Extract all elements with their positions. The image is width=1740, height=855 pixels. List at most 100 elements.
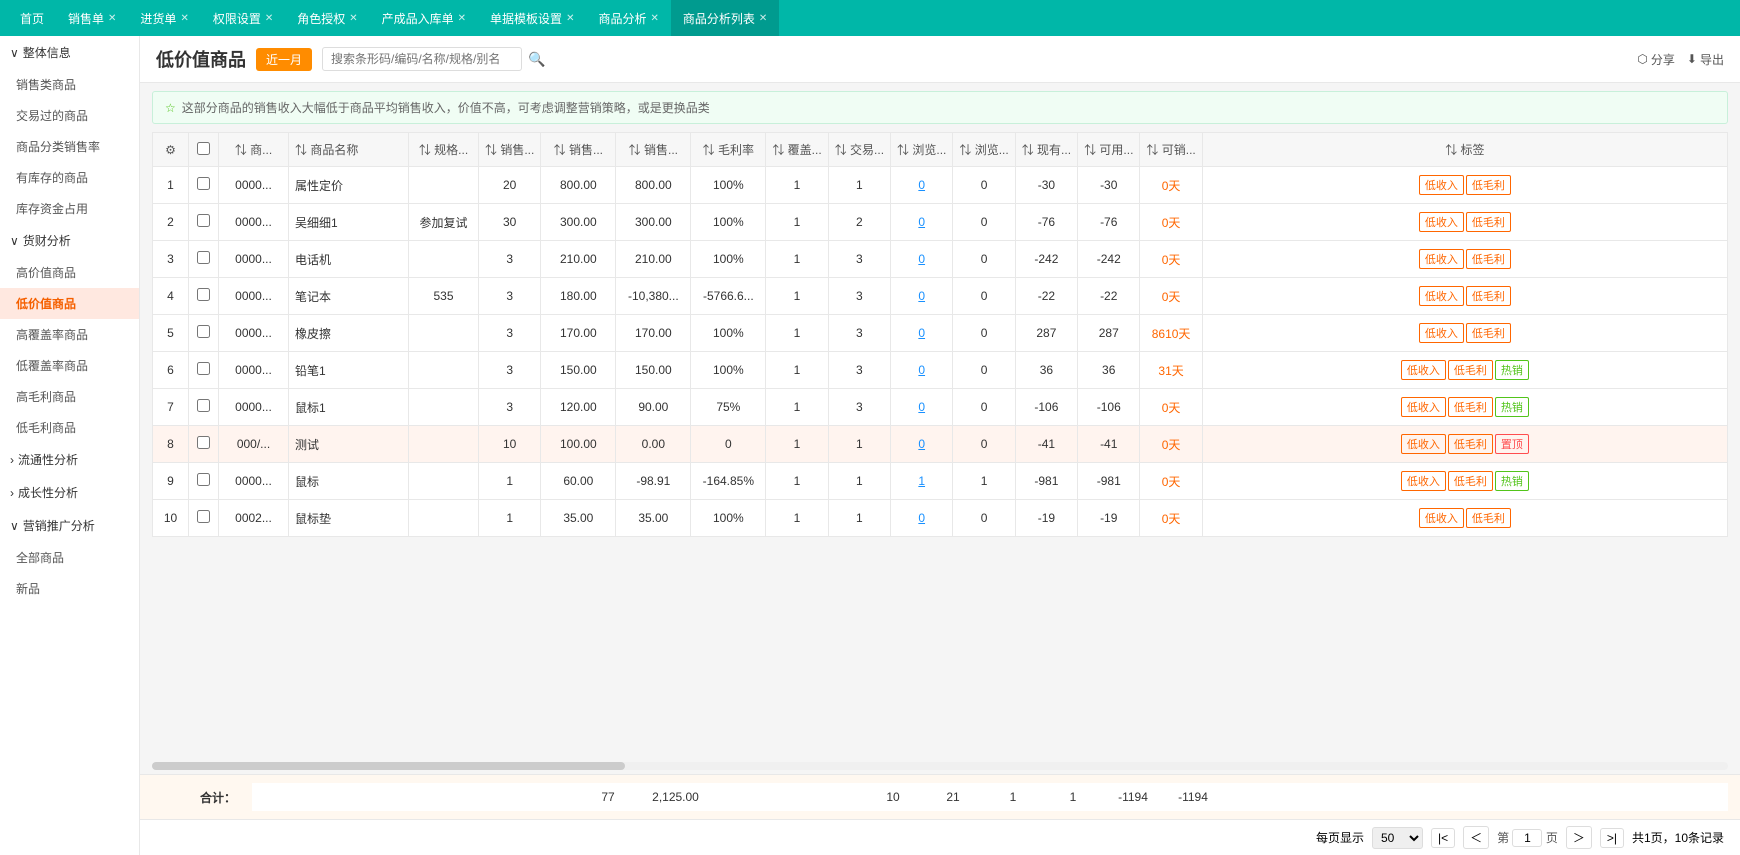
sidebar-group-financial[interactable]: ∨ 货财分析 xyxy=(0,224,139,257)
first-page-btn[interactable]: |< xyxy=(1431,828,1455,848)
row-checkbox[interactable] xyxy=(197,214,210,227)
row-check[interactable] xyxy=(189,278,219,315)
sidebar-item-low-coverage[interactable]: 低覆盖率商品 xyxy=(0,350,139,381)
sidebar-item-stocked[interactable]: 有库存的商品 xyxy=(0,162,139,193)
page-size-select[interactable]: 50 20 100 xyxy=(1372,827,1423,849)
prev-page-btn[interactable]: ＜ xyxy=(1463,826,1489,849)
sidebar-item-traded[interactable]: 交易过的商品 xyxy=(0,100,139,131)
sidebar-item-low-margin[interactable]: 低毛利商品 xyxy=(0,412,139,443)
nav-goods-analysis[interactable]: 商品分析 ✕ xyxy=(586,0,670,36)
top-nav: 首页 销售单 ✕ 进货单 ✕ 权限设置 ✕ 角色授权 ✕ 产成品入库单 ✕ 单据… xyxy=(0,0,1740,36)
row-check[interactable] xyxy=(189,352,219,389)
th-check[interactable] xyxy=(189,133,219,167)
page-header: 低价值商品 近一月 🔍 ⬡ 分享 ⬇ 导出 xyxy=(140,36,1740,83)
row-view2: 0 xyxy=(953,426,1015,463)
view-link[interactable]: 0 xyxy=(918,511,925,525)
nav-sales-close[interactable]: ✕ xyxy=(108,13,116,24)
row-view1[interactable]: 0 xyxy=(891,389,953,426)
view-link[interactable]: 1 xyxy=(918,474,925,488)
row-view1[interactable]: 0 xyxy=(891,500,953,537)
page-number-input[interactable] xyxy=(1512,829,1542,847)
nav-purchase-close[interactable]: ✕ xyxy=(180,13,188,24)
row-view1[interactable]: 0 xyxy=(891,315,953,352)
search-input[interactable] xyxy=(322,47,522,71)
sidebar-item-sales-goods[interactable]: 销售类商品 xyxy=(0,69,139,100)
sidebar-item-high-value[interactable]: 高价值商品 xyxy=(0,257,139,288)
nav-sales[interactable]: 销售单 ✕ xyxy=(56,0,128,36)
row-tags: 低收入低毛利 xyxy=(1202,315,1727,352)
nav-goods-close[interactable]: ✕ xyxy=(650,13,658,24)
table-container[interactable]: ⚙ ⇅ 商... ⇅ 商品名称 ⇅ 规格... ⇅ 销售... ⇅ 销售... … xyxy=(140,132,1740,762)
sidebar-item-new-goods[interactable]: 新品 xyxy=(0,573,139,604)
select-all-checkbox[interactable] xyxy=(197,142,210,155)
sidebar-group-circulation[interactable]: › 流通性分析 xyxy=(0,443,139,476)
nav-inbound[interactable]: 产成品入库单 ✕ xyxy=(370,0,478,36)
row-view1[interactable]: 0 xyxy=(891,167,953,204)
sidebar-item-all-goods[interactable]: 全部商品 xyxy=(0,542,139,573)
next-page-btn[interactable]: ＞ xyxy=(1566,826,1592,849)
row-checkbox[interactable] xyxy=(197,325,210,338)
th-setting[interactable]: ⚙ xyxy=(153,133,189,167)
export-button[interactable]: ⬇ 导出 xyxy=(1687,51,1724,68)
row-check[interactable] xyxy=(189,500,219,537)
row-check[interactable] xyxy=(189,315,219,352)
nav-role[interactable]: 角色授权 ✕ xyxy=(285,0,369,36)
view-link[interactable]: 0 xyxy=(918,400,925,414)
view-link[interactable]: 0 xyxy=(918,326,925,340)
scroll-thumb[interactable] xyxy=(152,762,625,770)
row-view1[interactable]: 0 xyxy=(891,204,953,241)
nav-template[interactable]: 单据模板设置 ✕ xyxy=(478,0,586,36)
row-checkbox[interactable] xyxy=(197,251,210,264)
sidebar-item-low-value[interactable]: 低价值商品 xyxy=(0,288,139,319)
sidebar-item-high-coverage[interactable]: 高覆盖率商品 xyxy=(0,319,139,350)
row-checkbox[interactable] xyxy=(197,362,210,375)
view-link[interactable]: 0 xyxy=(918,363,925,377)
row-checkbox[interactable] xyxy=(197,510,210,523)
nav-goods-list-close[interactable]: ✕ xyxy=(759,13,767,24)
nav-role-close[interactable]: ✕ xyxy=(349,13,357,24)
sidebar-group-overall[interactable]: ∨ 整体信息 xyxy=(0,36,139,69)
row-check[interactable] xyxy=(189,204,219,241)
row-checkbox[interactable] xyxy=(197,399,210,412)
sidebar-item-high-margin[interactable]: 高毛利商品 xyxy=(0,381,139,412)
row-check[interactable] xyxy=(189,167,219,204)
filter-button[interactable]: 近一月 xyxy=(256,48,312,71)
row-check[interactable] xyxy=(189,389,219,426)
th-sellable: ⇅ 可销... xyxy=(1140,133,1202,167)
nav-home[interactable]: 首页 xyxy=(8,0,56,36)
row-code: 0000... xyxy=(219,315,289,352)
row-view1[interactable]: 1 xyxy=(891,463,953,500)
view-link[interactable]: 0 xyxy=(918,437,925,451)
row-checkbox[interactable] xyxy=(197,177,210,190)
nav-purchase[interactable]: 进货单 ✕ xyxy=(128,0,200,36)
nav-goods-list[interactable]: 商品分析列表 ✕ xyxy=(671,0,779,36)
view-link[interactable]: 0 xyxy=(918,289,925,303)
share-button[interactable]: ⬡ 分享 xyxy=(1637,51,1675,68)
row-checkbox[interactable] xyxy=(197,436,210,449)
row-view2: 0 xyxy=(953,241,1015,278)
row-check[interactable] xyxy=(189,463,219,500)
sidebar-item-capital[interactable]: 库存资金占用 xyxy=(0,193,139,224)
sidebar-group-marketing[interactable]: ∨ 营销推广分析 xyxy=(0,509,139,542)
sidebar-item-category-rate[interactable]: 商品分类销售率 xyxy=(0,131,139,162)
row-check[interactable] xyxy=(189,426,219,463)
sidebar-group-growth[interactable]: › 成长性分析 xyxy=(0,476,139,509)
row-view1[interactable]: 0 xyxy=(891,426,953,463)
view-link[interactable]: 0 xyxy=(918,215,925,229)
search-button[interactable]: 🔍 xyxy=(528,51,545,68)
row-sellable: 0天 xyxy=(1140,389,1202,426)
nav-permission[interactable]: 权限设置 ✕ xyxy=(201,0,285,36)
view-link[interactable]: 0 xyxy=(918,178,925,192)
row-view1[interactable]: 0 xyxy=(891,352,953,389)
scroll-track[interactable] xyxy=(152,762,1728,770)
row-checkbox[interactable] xyxy=(197,288,210,301)
row-checkbox[interactable] xyxy=(197,473,210,486)
row-view1[interactable]: 0 xyxy=(891,278,953,315)
nav-inbound-close[interactable]: ✕ xyxy=(458,13,466,24)
row-check[interactable] xyxy=(189,241,219,278)
last-page-btn[interactable]: >| xyxy=(1600,828,1624,848)
row-view1[interactable]: 0 xyxy=(891,241,953,278)
nav-permission-close[interactable]: ✕ xyxy=(265,13,273,24)
view-link[interactable]: 0 xyxy=(918,252,925,266)
nav-template-close[interactable]: ✕ xyxy=(566,13,574,24)
